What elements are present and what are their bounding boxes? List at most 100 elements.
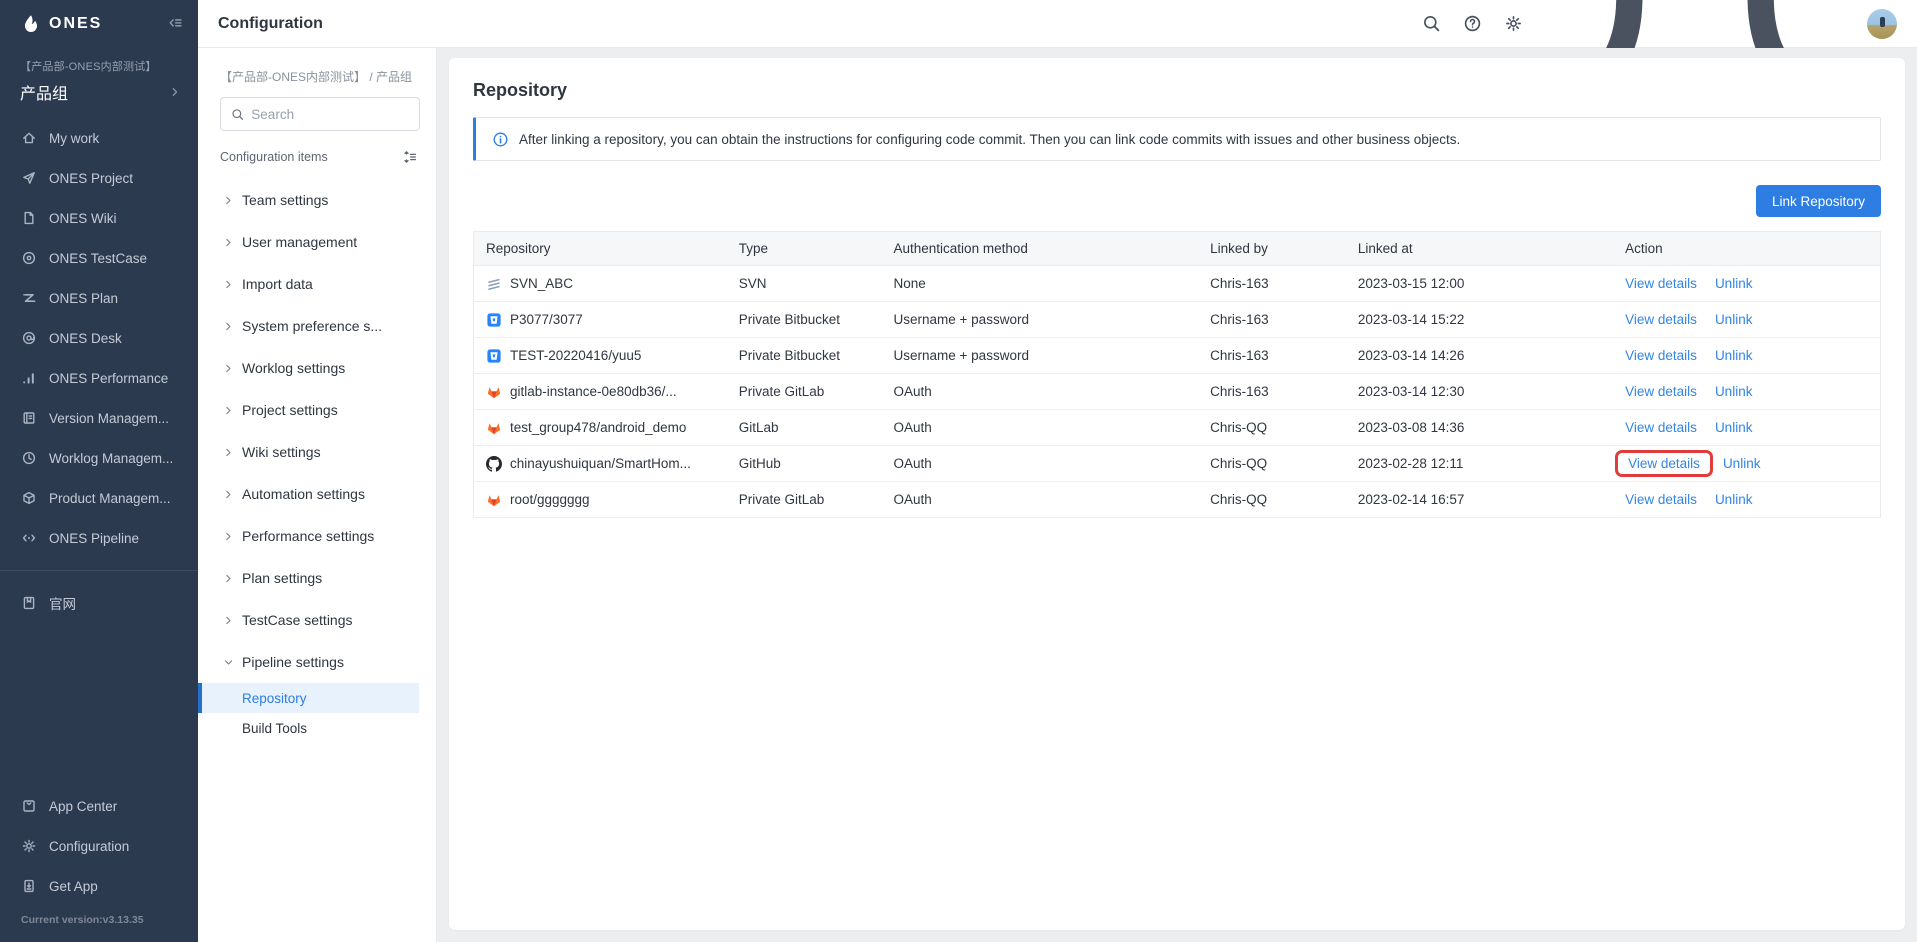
sidebar-item-product-managem[interactable]: Product Managem... xyxy=(0,478,198,518)
search-box[interactable] xyxy=(220,97,420,131)
tree-item-wiki-settings[interactable]: Wiki settings xyxy=(198,431,436,473)
unlink-link[interactable]: Unlink xyxy=(1715,348,1753,363)
tree-item-label: Worklog settings xyxy=(242,360,346,376)
tree-item-pipeline-settings[interactable]: Pipeline settings xyxy=(198,641,436,683)
tree-child-build-tools[interactable]: Build Tools xyxy=(198,713,419,743)
link-repository-button[interactable]: Link Repository xyxy=(1755,185,1881,217)
tree-item-label: Performance settings xyxy=(242,528,375,544)
view-details-link[interactable]: View details xyxy=(1628,456,1700,471)
sidebar-item-ones-desk[interactable]: ONES Desk xyxy=(0,318,198,358)
search-input[interactable] xyxy=(251,106,409,122)
sidebar-item-ones-project[interactable]: ONES Project xyxy=(0,158,198,198)
sidebar-footer-item-get-app[interactable]: Get App xyxy=(0,866,198,906)
sidebar-footer-item-app-center[interactable]: App Center xyxy=(0,786,198,826)
ones-logo-text: ONES xyxy=(49,15,103,32)
view-details-link[interactable]: View details xyxy=(1625,276,1697,291)
red-annotation-box: View details xyxy=(1615,450,1713,477)
unlink-link[interactable]: Unlink xyxy=(1715,276,1753,291)
doc-icon xyxy=(21,210,37,226)
repository-table: Repository Type Authentication method Linke… xyxy=(472,231,1882,518)
search-icon[interactable] xyxy=(1422,14,1441,33)
unlink-link[interactable]: Unlink xyxy=(1723,456,1761,471)
view-details-link[interactable]: View details xyxy=(1625,348,1697,363)
team-switcher[interactable]: 【产品部-ONES内部测试】 产品组 xyxy=(0,48,198,118)
sidebar-item-worklog-managem[interactable]: Worklog Managem... xyxy=(0,438,198,478)
unlink-link[interactable]: Unlink xyxy=(1715,312,1753,327)
view-details-link[interactable]: View details xyxy=(1625,312,1697,327)
type-cell: Private GitLab xyxy=(726,373,882,410)
tree-item-import-data[interactable]: Import data xyxy=(198,263,436,305)
action-cell: View details Unlink xyxy=(1613,265,1882,302)
collapse-all-icon[interactable] xyxy=(402,149,418,165)
banner-text: After linking a repository, you can obta… xyxy=(519,131,1461,147)
ones-logo-icon xyxy=(20,13,42,35)
nav-item-label: Version Managem... xyxy=(49,410,170,426)
type-cell: GitHub xyxy=(726,445,882,482)
avatar[interactable] xyxy=(1867,8,1897,39)
sidebar-item-[interactable]: 官网 xyxy=(0,583,198,623)
auth-method-cell: OAuth xyxy=(881,409,1199,446)
sidebar-footer-item-configuration[interactable]: Configuration xyxy=(0,826,198,866)
tree-item-user-management[interactable]: User management xyxy=(198,221,436,263)
tree-item-plan-settings[interactable]: Plan settings xyxy=(198,557,436,599)
sidebar-item-ones-wiki[interactable]: ONES Wiki xyxy=(0,198,198,238)
repository-name: chinayushuiquan/SmartHom... xyxy=(510,456,691,471)
chevron-right-icon xyxy=(222,194,235,207)
github-icon xyxy=(486,455,502,472)
column-header: Repository xyxy=(472,231,727,266)
svn-icon xyxy=(486,276,502,292)
tree-item-label: Project settings xyxy=(242,402,338,418)
column-header: Linked at xyxy=(1345,231,1614,266)
column-header: Linked by xyxy=(1198,231,1346,266)
action-cell: View details Unlink xyxy=(1613,337,1882,374)
tree-item-label: Pipeline settings xyxy=(242,654,344,670)
chevron-right-icon xyxy=(222,404,235,417)
type-cell: Private GitLab xyxy=(726,481,882,518)
code-icon xyxy=(21,530,37,546)
unlink-link[interactable]: Unlink xyxy=(1715,384,1753,399)
tree-item-performance-settings[interactable]: Performance settings xyxy=(198,515,436,557)
table-row: TEST-20220416/yuu5 Private Bitbucket Usern… xyxy=(472,337,1882,374)
tree-item-label: Import data xyxy=(242,276,313,292)
team-label: 【产品部-ONES内部测试】 xyxy=(20,61,157,73)
version-text: Current version:v3.13.35 xyxy=(21,914,144,926)
table-header-row: Repository Type Authentication method Linke… xyxy=(472,231,1882,266)
repository-name: root/ggggggg xyxy=(510,492,590,507)
logo-row: ONES xyxy=(0,0,198,48)
chevron-right-icon xyxy=(222,572,235,585)
home-icon xyxy=(21,130,37,146)
tree-child-repository[interactable]: Repository xyxy=(198,683,419,713)
gitlab-icon xyxy=(486,384,502,400)
tree-item-team-settings[interactable]: Team settings xyxy=(198,179,436,221)
tree-item-worklog-settings[interactable]: Worklog settings xyxy=(198,347,436,389)
linked-by-cell: Chris-QQ xyxy=(1198,481,1346,518)
help-icon[interactable] xyxy=(1463,14,1482,33)
sidebar-item-version-managem[interactable]: Version Managem... xyxy=(0,398,198,438)
sidebar-item-ones-pipeline[interactable]: ONES Pipeline xyxy=(0,518,198,558)
tree-item-automation-settings[interactable]: Automation settings xyxy=(198,473,436,515)
view-details-link[interactable]: View details xyxy=(1625,384,1697,399)
view-details-link[interactable]: View details xyxy=(1625,420,1697,435)
sidebar-item-ones-performance[interactable]: ONES Performance xyxy=(0,358,198,398)
tree-item-project-settings[interactable]: Project settings xyxy=(198,389,436,431)
page-title: Repository xyxy=(473,80,568,100)
sidebar-footer: App Center Configuration Get App Current v… xyxy=(0,786,198,942)
tree-item-testcase-settings[interactable]: TestCase settings xyxy=(198,599,436,641)
bitbucket-icon xyxy=(486,348,502,364)
column-header: Action xyxy=(1613,231,1882,266)
sidebar-collapse-icon[interactable] xyxy=(166,15,184,33)
gear-icon[interactable] xyxy=(1504,14,1523,33)
sidebar-item-my-work[interactable]: My work xyxy=(0,118,198,158)
action-cell: View details Unlink xyxy=(1613,409,1882,446)
nav-item-label: Product Managem... xyxy=(49,490,171,506)
unlink-link[interactable]: Unlink xyxy=(1715,420,1753,435)
sidebar-item-ones-plan[interactable]: ONES Plan xyxy=(0,278,198,318)
unlink-link[interactable]: Unlink xyxy=(1715,492,1753,507)
chevron-right-icon xyxy=(222,278,235,291)
repository-name: SVN_ABC xyxy=(510,276,574,291)
tree-item-system-preference-s[interactable]: System preference s... xyxy=(198,305,436,347)
chevron-down-icon xyxy=(222,656,235,669)
info-icon xyxy=(492,131,509,148)
view-details-link[interactable]: View details xyxy=(1625,492,1697,507)
sidebar-item-ones-testcase[interactable]: ONES TestCase xyxy=(0,238,198,278)
